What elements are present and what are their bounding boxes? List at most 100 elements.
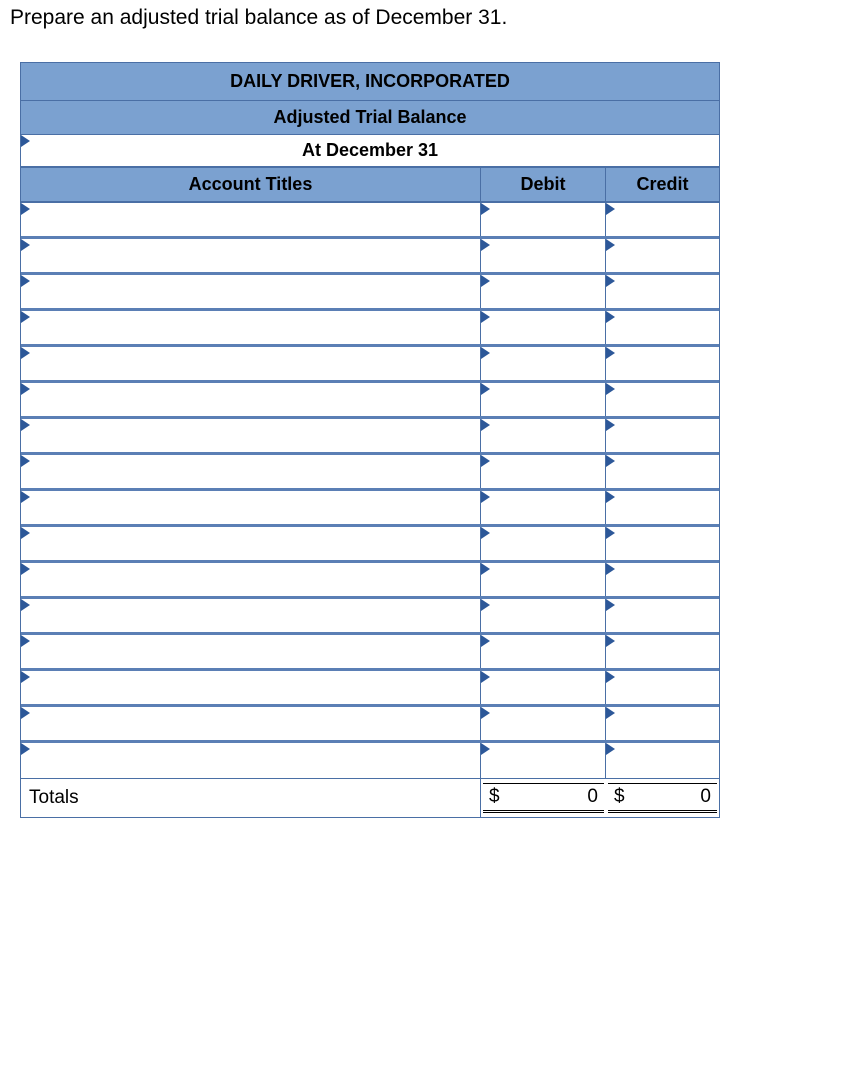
dropdown-icon bbox=[21, 707, 30, 719]
debit-cell[interactable] bbox=[481, 671, 606, 704]
dropdown-icon bbox=[481, 239, 490, 251]
dropdown-icon bbox=[606, 635, 615, 647]
debit-cell[interactable] bbox=[481, 527, 606, 560]
debit-cell[interactable] bbox=[481, 707, 606, 740]
dropdown-icon bbox=[21, 419, 30, 431]
credit-cell[interactable] bbox=[606, 599, 719, 632]
debit-cell[interactable] bbox=[481, 455, 606, 488]
title-cell[interactable] bbox=[21, 203, 481, 236]
title-cell[interactable] bbox=[21, 707, 481, 740]
dropdown-icon bbox=[606, 707, 615, 719]
title-cell[interactable] bbox=[21, 419, 481, 452]
dropdown-icon bbox=[21, 347, 30, 359]
report-header: Adjusted Trial Balance bbox=[21, 101, 719, 135]
dropdown-icon bbox=[481, 743, 490, 755]
title-cell[interactable] bbox=[21, 383, 481, 416]
col-header-credit: Credit bbox=[606, 168, 719, 201]
dropdown-icon bbox=[481, 455, 490, 467]
title-cell[interactable] bbox=[21, 599, 481, 632]
dropdown-icon bbox=[21, 563, 30, 575]
dropdown-icon bbox=[481, 311, 490, 323]
dropdown-icon bbox=[606, 599, 615, 611]
dropdown-icon bbox=[481, 347, 490, 359]
credit-cell[interactable] bbox=[606, 455, 719, 488]
dropdown-icon bbox=[21, 671, 30, 683]
dropdown-icon bbox=[481, 419, 490, 431]
table-row bbox=[21, 239, 719, 275]
table-row bbox=[21, 527, 719, 563]
debit-cell[interactable] bbox=[481, 635, 606, 668]
debit-cell[interactable] bbox=[481, 563, 606, 596]
credit-cell[interactable] bbox=[606, 491, 719, 524]
credit-cell[interactable] bbox=[606, 707, 719, 740]
title-cell[interactable] bbox=[21, 635, 481, 668]
debit-cell[interactable] bbox=[481, 347, 606, 380]
trial-balance-sheet: DAILY DRIVER, INCORPORATED Adjusted Tria… bbox=[20, 62, 720, 818]
table-row bbox=[21, 743, 719, 779]
credit-cell[interactable] bbox=[606, 743, 719, 778]
credit-cell[interactable] bbox=[606, 635, 719, 668]
dropdown-icon bbox=[606, 527, 615, 539]
table-row bbox=[21, 635, 719, 671]
credit-cell[interactable] bbox=[606, 275, 719, 308]
table-row bbox=[21, 491, 719, 527]
date-header[interactable]: At December 31 bbox=[21, 135, 719, 168]
title-cell[interactable] bbox=[21, 239, 481, 272]
table-row bbox=[21, 599, 719, 635]
currency-symbol: $ bbox=[614, 786, 625, 808]
dropdown-icon bbox=[481, 275, 490, 287]
dropdown-icon bbox=[481, 671, 490, 683]
debit-cell[interactable] bbox=[481, 311, 606, 344]
totals-debit-value: 0 bbox=[500, 786, 598, 808]
totals-debit: $ 0 bbox=[483, 783, 604, 813]
credit-cell[interactable] bbox=[606, 671, 719, 704]
title-cell[interactable] bbox=[21, 455, 481, 488]
credit-cell[interactable] bbox=[606, 419, 719, 452]
title-cell[interactable] bbox=[21, 743, 481, 778]
dropdown-icon bbox=[606, 671, 615, 683]
credit-cell[interactable] bbox=[606, 347, 719, 380]
title-cell[interactable] bbox=[21, 671, 481, 704]
credit-cell[interactable] bbox=[606, 383, 719, 416]
dropdown-icon bbox=[21, 527, 30, 539]
dropdown-icon bbox=[606, 239, 615, 251]
debit-cell[interactable] bbox=[481, 491, 606, 524]
table-row bbox=[21, 383, 719, 419]
totals-label: Totals bbox=[21, 779, 481, 817]
dropdown-icon bbox=[481, 203, 490, 215]
table-row bbox=[21, 275, 719, 311]
currency-symbol: $ bbox=[489, 786, 500, 808]
title-cell[interactable] bbox=[21, 563, 481, 596]
credit-cell[interactable] bbox=[606, 203, 719, 236]
rows-container bbox=[21, 203, 719, 779]
title-cell[interactable] bbox=[21, 347, 481, 380]
dropdown-icon bbox=[481, 491, 490, 503]
debit-cell[interactable] bbox=[481, 383, 606, 416]
dropdown-icon bbox=[606, 347, 615, 359]
dropdown-icon bbox=[21, 275, 30, 287]
debit-cell[interactable] bbox=[481, 239, 606, 272]
title-cell[interactable] bbox=[21, 527, 481, 560]
debit-cell[interactable] bbox=[481, 275, 606, 308]
title-cell[interactable] bbox=[21, 275, 481, 308]
title-cell[interactable] bbox=[21, 311, 481, 344]
table-row bbox=[21, 203, 719, 239]
credit-cell[interactable] bbox=[606, 527, 719, 560]
dropdown-icon bbox=[606, 275, 615, 287]
debit-cell[interactable] bbox=[481, 203, 606, 236]
credit-cell[interactable] bbox=[606, 563, 719, 596]
dropdown-icon bbox=[21, 383, 30, 395]
dropdown-icon bbox=[21, 635, 30, 647]
credit-cell[interactable] bbox=[606, 311, 719, 344]
dropdown-icon bbox=[21, 135, 30, 147]
dropdown-icon bbox=[21, 239, 30, 251]
debit-cell[interactable] bbox=[481, 743, 606, 778]
debit-cell[interactable] bbox=[481, 419, 606, 452]
table-row bbox=[21, 419, 719, 455]
debit-cell[interactable] bbox=[481, 599, 606, 632]
credit-cell[interactable] bbox=[606, 239, 719, 272]
column-headers: Account Titles Debit Credit bbox=[21, 168, 719, 203]
dropdown-icon bbox=[606, 311, 615, 323]
dropdown-icon bbox=[606, 203, 615, 215]
title-cell[interactable] bbox=[21, 491, 481, 524]
